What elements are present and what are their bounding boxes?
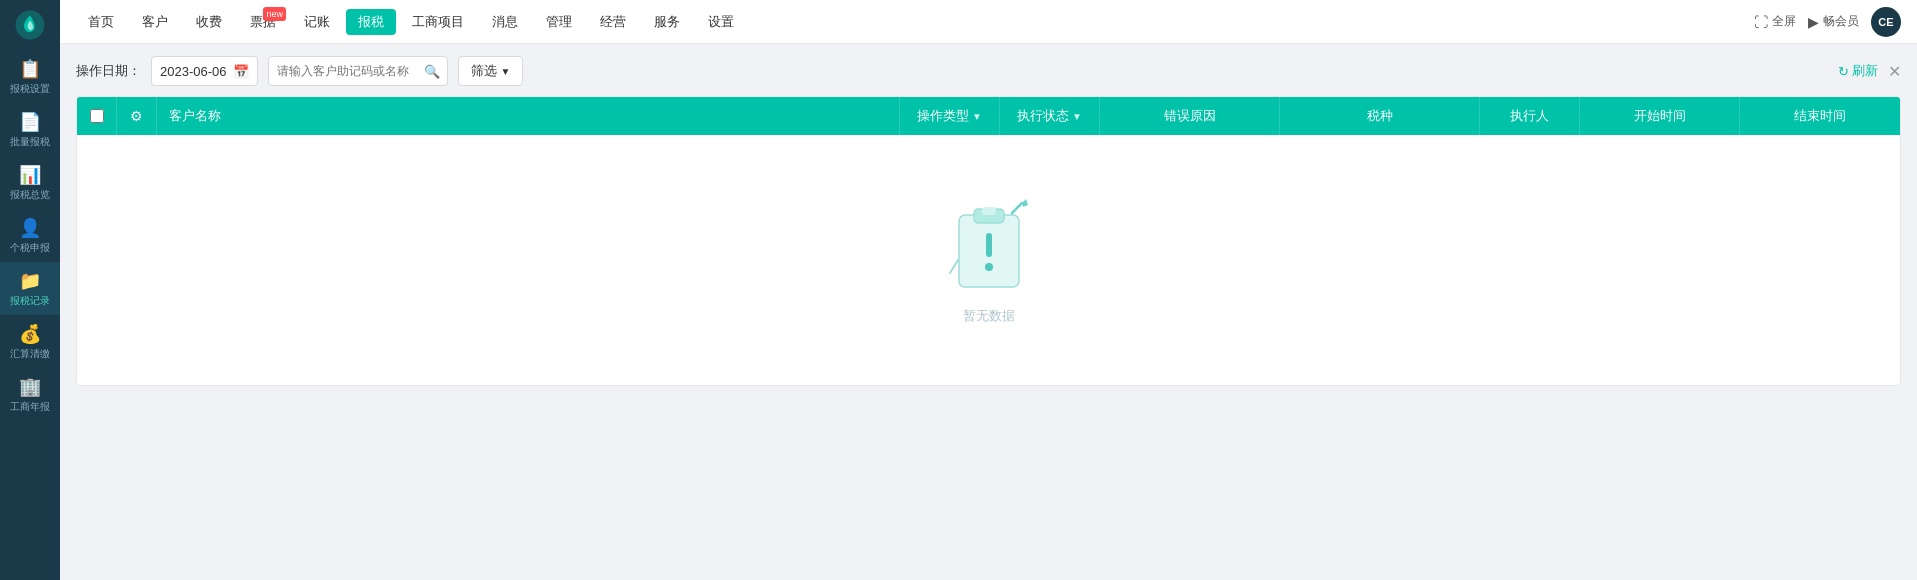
overview-icon: 📊 [19,164,41,186]
th-end-time: 结束时间 [1740,97,1900,135]
sort-icon-operation: ▼ [972,111,982,122]
refresh-icon: ↻ [1838,64,1849,79]
refresh-button[interactable]: ↻ 刷新 [1838,62,1878,80]
date-value: 2023-06-06 [160,64,227,79]
avatar[interactable]: CE [1871,7,1901,37]
nav-item-shoufei[interactable]: 收费 [184,9,234,35]
new-badge: new [263,7,286,21]
sidebar-label-piliangshuibao: 批量报税 [10,136,50,148]
svg-line-6 [1012,203,1022,213]
gear-icon: ⚙ [130,108,143,124]
sidebar-label-geshuishenbao: 个税申报 [10,242,50,254]
table-header: ⚙ 客户名称 操作类型 ▼ 执行状态 ▼ 错误原因 税种 [77,97,1900,135]
svg-rect-3 [982,207,996,215]
main-area: 首页 客户 收费 票据 new 记账 报税 工商项目 消息 [60,0,1917,580]
person-tax-icon: 👤 [19,217,41,239]
sidebar-item-gongshangnianbao[interactable]: 🏢 工商年报 [0,368,60,421]
content-area: 操作日期： 2023-06-06 📅 🔍 筛选 ▼ ↻ 刷新 ✕ [60,44,1917,580]
sidebar-item-baoshuishezhi[interactable]: 📋 报税设置 [0,50,60,103]
batch-report-icon: 📄 [19,111,41,133]
nav-item-jizhang[interactable]: 记账 [292,9,342,35]
date-picker[interactable]: 2023-06-06 📅 [151,56,258,86]
record-icon: 📁 [19,270,41,292]
th-settings: ⚙ [117,97,157,135]
topnav-right: ⛶ 全屏 ▶ 畅会员 CE [1754,7,1901,37]
svg-line-8 [950,260,958,273]
settings-report-icon: 📋 [19,58,41,80]
fullscreen-icon: ⛶ [1754,14,1768,30]
search-icon[interactable]: 🔍 [424,64,440,79]
filter-bar-right: ↻ 刷新 ✕ [1838,62,1901,81]
select-all-checkbox[interactable] [90,109,104,123]
chevron-down-icon: ▼ [501,66,511,77]
search-input[interactable] [268,56,448,86]
sidebar-label-baoshuizonglan: 报税总览 [10,189,50,201]
sidebar-item-baoshuijilu[interactable]: 📁 报税记录 [0,262,60,315]
fullscreen-button[interactable]: ⛶ 全屏 [1754,13,1796,30]
svg-marker-7 [1022,199,1028,207]
data-table: ⚙ 客户名称 操作类型 ▼ 执行状态 ▼ 错误原因 税种 [76,96,1901,386]
th-customer-name: 客户名称 [157,97,900,135]
sidebar-label-huisuanqingji: 汇算清缴 [10,348,50,360]
sidebar-item-huisuanqingji[interactable]: 💰 汇算清缴 [0,315,60,368]
th-operation-type[interactable]: 操作类型 ▼ [900,97,1000,135]
nav-item-kehu[interactable]: 客户 [130,9,180,35]
th-checkbox[interactable] [77,97,117,135]
annual-report-icon: 🏢 [19,376,41,398]
svg-point-5 [985,263,993,271]
th-executor: 执行人 [1480,97,1580,135]
sidebar: 📋 报税设置 📄 批量报税 📊 报税总览 👤 个税申报 📁 报税记录 💰 汇算清… [0,0,60,580]
svg-rect-4 [986,233,992,257]
sidebar-item-piliangshuibao[interactable]: 📄 批量报税 [0,103,60,156]
nav-item-guanli[interactable]: 管理 [534,9,584,35]
nav-item-shezhi[interactable]: 设置 [696,9,746,35]
nav-item-piaoju[interactable]: 票据 new [238,9,288,35]
nav-item-shouye[interactable]: 首页 [76,9,126,35]
filter-button[interactable]: 筛选 ▼ [458,56,524,86]
sidebar-label-gongshangnianbao: 工商年报 [10,401,50,413]
member-icon: ▶ [1808,14,1819,30]
calendar-icon: 📅 [233,64,249,79]
empty-text: 暂无数据 [963,307,1015,325]
topnav: 首页 客户 收费 票据 new 记账 报税 工商项目 消息 [60,0,1917,44]
settlement-icon: 💰 [19,323,41,345]
logo [0,0,60,50]
nav-items: 首页 客户 收费 票据 new 记账 报税 工商项目 消息 [76,9,1754,35]
search-wrap: 🔍 [268,56,448,86]
sidebar-item-baoshuizonglan[interactable]: 📊 报税总览 [0,156,60,209]
table-body: 暂无数据 [77,135,1900,385]
empty-state: 暂无数据 [77,135,1900,385]
nav-item-baoshui[interactable]: 报税 [346,9,396,35]
th-tax-type: 税种 [1280,97,1480,135]
nav-item-gongshangxiangmu[interactable]: 工商项目 [400,9,476,35]
th-start-time: 开始时间 [1580,97,1740,135]
filter-bar: 操作日期： 2023-06-06 📅 🔍 筛选 ▼ ↻ 刷新 ✕ [76,56,1901,86]
close-button[interactable]: ✕ [1888,62,1901,81]
sidebar-item-geshuishenbao[interactable]: 👤 个税申报 [0,209,60,262]
th-error-reason: 错误原因 [1100,97,1280,135]
empty-illustration [944,195,1034,295]
nav-item-fuwu[interactable]: 服务 [642,9,692,35]
sidebar-label-baoshuijilu: 报税记录 [10,295,50,307]
member-button[interactable]: ▶ 畅会员 [1808,13,1859,30]
nav-item-xiaoxi[interactable]: 消息 [480,9,530,35]
nav-item-jingying[interactable]: 经营 [588,9,638,35]
sidebar-label-baoshuishezhi: 报税设置 [10,83,50,95]
th-exec-status[interactable]: 执行状态 ▼ [1000,97,1100,135]
sort-icon-status: ▼ [1072,111,1082,122]
date-label: 操作日期： [76,62,141,80]
